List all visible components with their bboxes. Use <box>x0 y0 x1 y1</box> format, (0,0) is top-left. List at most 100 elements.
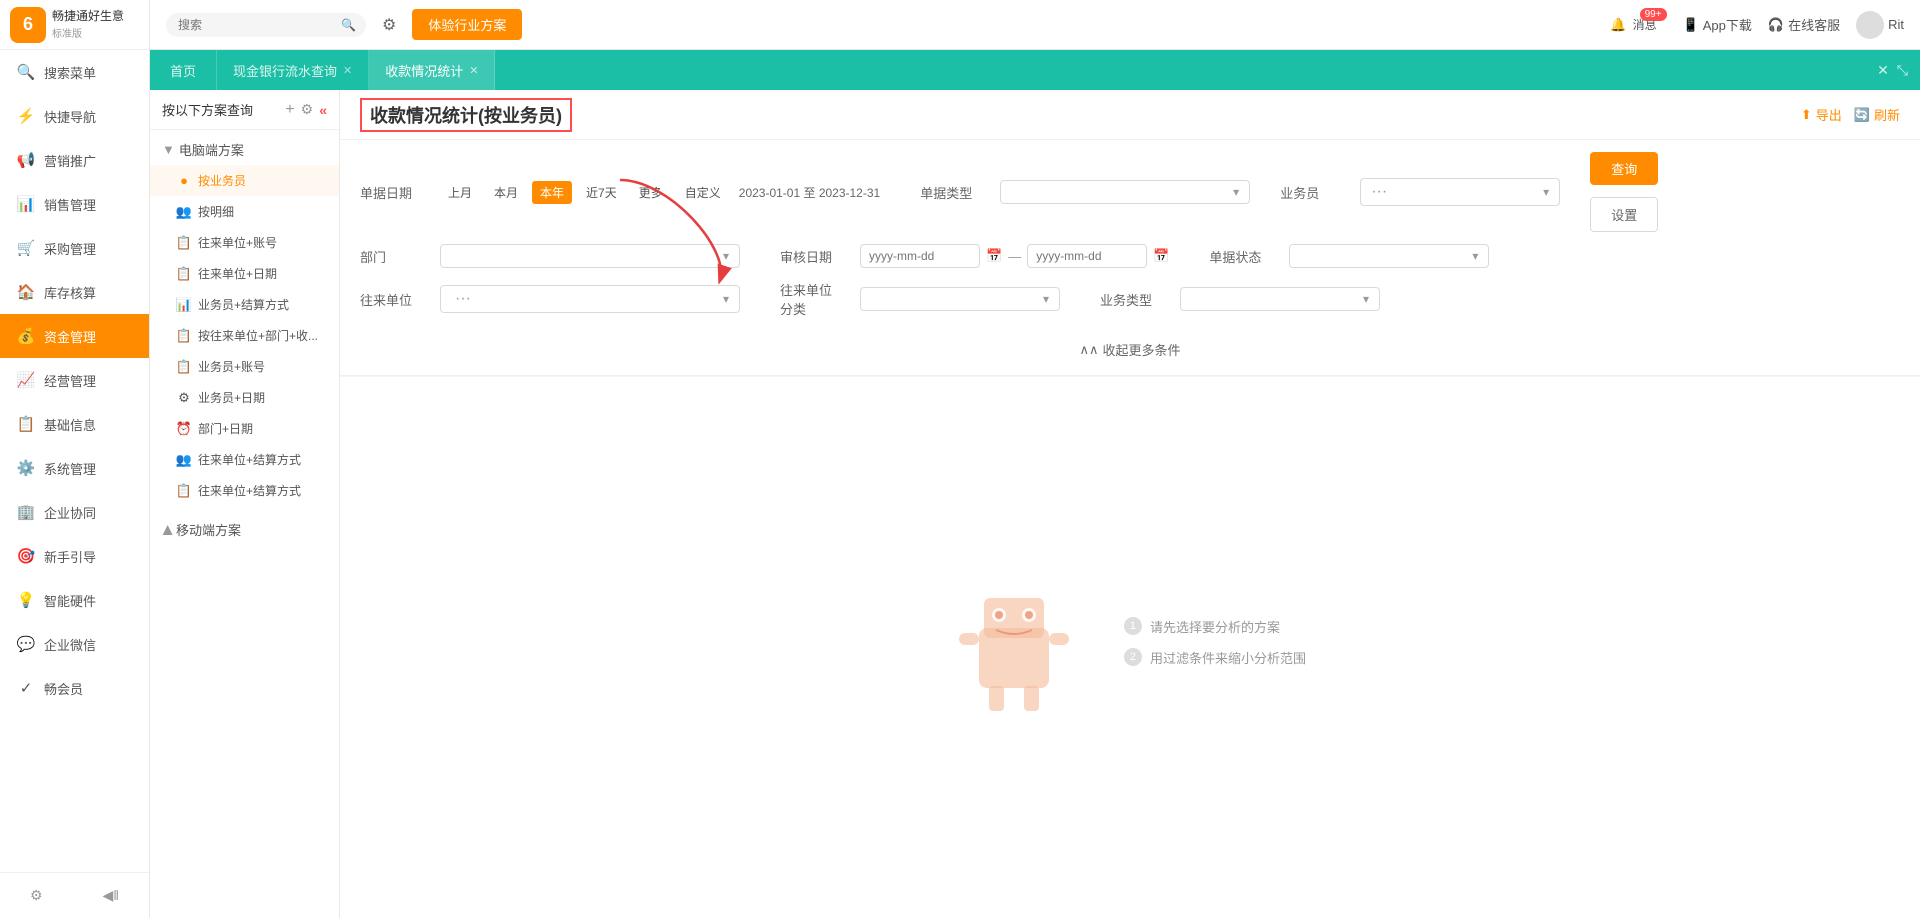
trend-icon: 📈 <box>16 370 36 390</box>
add-scheme-btn[interactable]: + <box>285 101 294 119</box>
tab-home[interactable]: 首页 <box>150 50 217 90</box>
date-dash: — <box>1008 249 1021 264</box>
scheme-label-salesperson-date: 业务员+日期 <box>198 389 265 406</box>
doc-status-select[interactable]: ▾ <box>1289 244 1489 268</box>
window-controls: ✕ ⤡ <box>1865 50 1920 90</box>
user-area[interactable]: Rit <box>1856 11 1904 39</box>
collapse-btn[interactable]: ∧∧ 收起更多条件 <box>1079 340 1180 359</box>
sidebar-item-search[interactable]: 🔍 搜索菜单 <box>0 50 149 94</box>
tab-bank-label: 现金银行流水查询 <box>233 61 337 80</box>
sidebar-item-guide[interactable]: 🎯 新手引导 <box>0 534 149 578</box>
empty-steps: 1 请先选择要分析的方案 2 用过滤条件来缩小分析范围 <box>1124 617 1306 679</box>
empty-step-1: 1 请先选择要分析的方案 <box>1124 617 1306 636</box>
window-close-btn[interactable]: ✕ <box>1877 62 1889 79</box>
window-maximize-btn[interactable]: ⤡ <box>1897 62 1908 79</box>
app-download-label: App下载 <box>1703 15 1752 34</box>
desktop-group-header[interactable]: ▼ 电脑端方案 <box>150 134 339 165</box>
query-btn[interactable]: 查询 <box>1590 152 1658 185</box>
sidebar-item-inventory[interactable]: 🏠 库存核算 <box>0 270 149 314</box>
topbar-left: 🔍 ⚙ 体验行业方案 <box>166 9 522 40</box>
sidebar-item-marketing[interactable]: 📢 营销推广 <box>0 138 149 182</box>
refresh-btn[interactable]: 🔄 刷新 <box>1854 105 1900 124</box>
scheme-item-unit-date[interactable]: 📋 往来单位+日期 <box>150 258 339 289</box>
user-name: Rit <box>1888 17 1904 32</box>
scheme-item-salesperson-account[interactable]: 📋 业务员+账号 <box>150 351 339 382</box>
tab-collection-label: 收款情况统计 <box>385 61 463 80</box>
scheme-item-by-salesperson[interactable]: ● 按业务员 <box>150 165 339 196</box>
this-month-btn[interactable]: 本月 <box>486 181 526 204</box>
trial-btn[interactable]: 体验行业方案 <box>412 9 522 40</box>
sidebar: 6 畅捷通好生意 标准版 🔍 搜索菜单 ⚡ 快捷导航 📢 营销推广 📊 销售管理… <box>0 0 150 918</box>
sidebar-item-purchase[interactable]: 🛒 采购管理 <box>0 226 149 270</box>
audit-date-from-input[interactable] <box>860 244 980 268</box>
gear-icon: ⚙️ <box>16 458 36 478</box>
chart-icon: 📊 <box>16 194 36 214</box>
scheme-item-salesperson-settle[interactable]: 📊 业务员+结算方式 <box>150 289 339 320</box>
mobile-group-header[interactable]: ▶ 移动端方案 <box>150 514 339 545</box>
last-month-btn[interactable]: 上月 <box>440 181 480 204</box>
sidebar-item-system[interactable]: ⚙️ 系统管理 <box>0 446 149 490</box>
chat-icon: 💬 <box>16 634 36 654</box>
sidebar-item-quicknav[interactable]: ⚡ 快捷导航 <box>0 94 149 138</box>
scheme-settings-icon[interactable]: ⚙ <box>301 101 314 118</box>
sidebar-item-enterprise[interactable]: 🏢 企业协同 <box>0 490 149 534</box>
partner-select[interactable]: ··· ▾ <box>440 285 740 313</box>
search-input[interactable] <box>166 13 366 37</box>
sidebar-label-system: 系统管理 <box>44 459 96 478</box>
sidebar-item-basic[interactable]: 📋 基础信息 <box>0 402 149 446</box>
salesperson-select[interactable]: ··· ▾ <box>1360 178 1560 206</box>
doc-type-select[interactable]: ▾ <box>1000 180 1250 204</box>
last7-btn[interactable]: 近7天 <box>578 181 625 204</box>
custom-btn[interactable]: 自定义 <box>677 181 729 204</box>
scheme-icon-unit-settle2: 📋 <box>176 483 192 499</box>
notification-btn[interactable]: 🔔 消息 99+ <box>1610 16 1656 33</box>
step-num-2: 2 <box>1124 648 1142 666</box>
left-scheme-panel: 按以下方案查询 + ⚙ « ▼ 电脑端方案 ● 按业务员 👥 <box>150 90 340 918</box>
mobile-group-label: 移动端方案 <box>176 520 241 539</box>
calendar-to-icon[interactable]: 📅 <box>1153 248 1169 264</box>
sidebar-item-hardware[interactable]: 💡 智能硬件 <box>0 578 149 622</box>
collapse-panel-icon[interactable]: « <box>319 102 327 118</box>
topbar-settings-icon[interactable]: ⚙ <box>382 15 396 35</box>
more-btn[interactable]: 更多 <box>631 181 671 204</box>
sidebar-item-sales[interactable]: 📊 销售管理 <box>0 182 149 226</box>
right-content: 收款情况统计(按业务员) ⬆ 导出 🔄 刷新 单 <box>340 90 1920 918</box>
partner-more-icon: ··· <box>455 290 471 308</box>
partner-label: 往来单位 <box>360 290 420 309</box>
this-year-btn[interactable]: 本年 <box>532 181 572 204</box>
biz-type-select[interactable]: ▾ <box>1180 287 1380 311</box>
settings-btn[interactable]: 设置 <box>1590 197 1658 232</box>
scheme-item-by-detail[interactable]: 👥 按明细 <box>150 196 339 227</box>
scheme-item-salesperson-date[interactable]: ⚙ 业务员+日期 <box>150 382 339 413</box>
app-download-btn[interactable]: 📱 App下载 <box>1683 15 1752 34</box>
sidebar-item-operations[interactable]: 📈 经营管理 <box>0 358 149 402</box>
scheme-item-unit-account[interactable]: 📋 往来单位+账号 <box>150 227 339 258</box>
step-2-text: 用过滤条件来缩小分析范围 <box>1150 648 1306 667</box>
online-service-btn[interactable]: 🎧 在线客服 <box>1768 15 1840 34</box>
sidebar-item-wechat[interactable]: 💬 企业微信 <box>0 622 149 666</box>
export-btn[interactable]: ⬆ 导出 <box>1801 105 1842 124</box>
sidebar-item-finance[interactable]: 💰 资金管理 <box>0 314 149 358</box>
tab-collection[interactable]: 收款情况统计 ✕ <box>369 50 495 90</box>
scheme-item-unit-dept-collect[interactable]: 📋 按往来单位+部门+收... <box>150 320 339 351</box>
bottom-settings-btn[interactable]: ⚙ <box>22 883 51 908</box>
scheme-item-dept-date[interactable]: ⏰ 部门+日期 <box>150 413 339 444</box>
sidebar-item-member[interactable]: ✓ 畅会员 <box>0 666 149 710</box>
partner-category-select[interactable]: ▾ <box>860 287 1060 311</box>
audit-date-to-input[interactable] <box>1027 244 1147 268</box>
tab-collection-close-icon[interactable]: ✕ <box>469 64 478 77</box>
refresh-icon: 🔄 <box>1854 107 1870 123</box>
badge-count: 99+ <box>1640 8 1667 21</box>
tab-bank[interactable]: 现金银行流水查询 ✕ <box>217 50 369 90</box>
biz-type-arrow: ▾ <box>1363 292 1369 306</box>
scheme-item-unit-settle2[interactable]: 📋 往来单位+结算方式 <box>150 475 339 506</box>
bottom-collapse-btn[interactable]: ◀‖ <box>94 883 127 908</box>
scheme-item-unit-settle1[interactable]: 👥 往来单位+结算方式 <box>150 444 339 475</box>
tab-bank-close-icon[interactable]: ✕ <box>343 64 352 77</box>
audit-date-label: 审核日期 <box>780 247 840 266</box>
empty-step-2: 2 用过滤条件来缩小分析范围 <box>1124 648 1306 667</box>
biz-type-label: 业务类型 <box>1100 290 1160 309</box>
dept-select[interactable]: ▾ <box>440 244 740 268</box>
sidebar-label-purchase: 采购管理 <box>44 239 96 258</box>
calendar-from-icon[interactable]: 📅 <box>986 248 1002 264</box>
